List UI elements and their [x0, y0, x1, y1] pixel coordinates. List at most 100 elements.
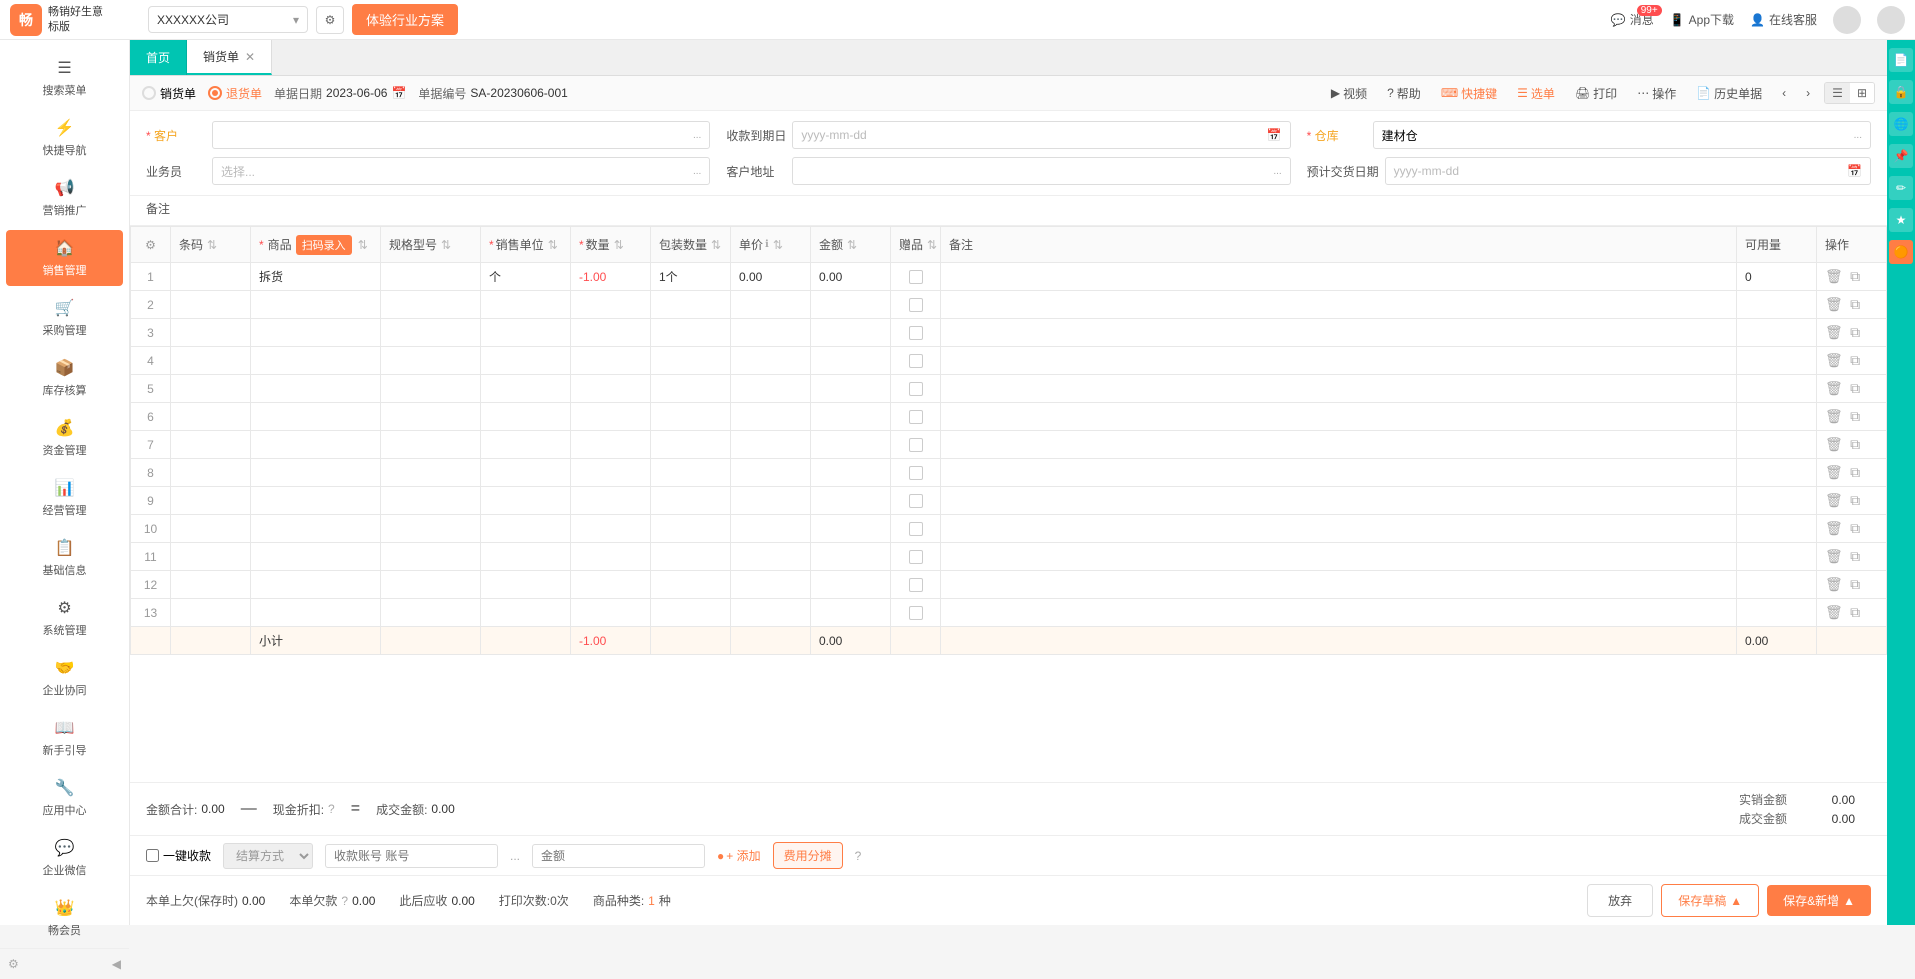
- row-pkgqty[interactable]: [651, 375, 731, 403]
- row-product[interactable]: [251, 571, 381, 599]
- row-amount[interactable]: [811, 599, 891, 627]
- row-spec[interactable]: [381, 347, 481, 375]
- row-qty[interactable]: [571, 347, 651, 375]
- row-amount[interactable]: [811, 431, 891, 459]
- add-payment-btn[interactable]: ● + 添加: [717, 847, 761, 864]
- messages-btn[interactable]: 💬 消息 99+: [1611, 11, 1654, 28]
- app-download-btn[interactable]: 📱 App下载: [1670, 11, 1734, 28]
- video-btn[interactable]: ▶ 视频: [1325, 83, 1373, 104]
- row-price[interactable]: [731, 403, 811, 431]
- copy-icon[interactable]: ⧉: [1850, 464, 1860, 480]
- row-unit[interactable]: [481, 403, 571, 431]
- row-barcode[interactable]: [171, 319, 251, 347]
- payment-help-icon[interactable]: ?: [855, 849, 862, 863]
- header-amount[interactable]: 金额⇅: [811, 227, 891, 263]
- header-spec[interactable]: 规格型号⇅: [381, 227, 481, 263]
- copy-icon[interactable]: ⧉: [1850, 576, 1860, 592]
- row-product[interactable]: [251, 431, 381, 459]
- header-barcode[interactable]: 条码⇅: [171, 227, 251, 263]
- row-price[interactable]: [731, 375, 811, 403]
- sidebar-item-search[interactable]: ☰ 搜索菜单: [6, 50, 123, 106]
- row-amount[interactable]: [811, 487, 891, 515]
- row-price[interactable]: 0.00: [731, 263, 811, 291]
- row-spec[interactable]: [381, 543, 481, 571]
- row-note[interactable]: [941, 543, 1737, 571]
- row-barcode[interactable]: [171, 459, 251, 487]
- row-product[interactable]: [251, 403, 381, 431]
- row-qty[interactable]: -1.00: [571, 263, 651, 291]
- row-amount[interactable]: [811, 319, 891, 347]
- row-product[interactable]: [251, 543, 381, 571]
- row-amount[interactable]: [811, 515, 891, 543]
- row-price[interactable]: [731, 599, 811, 627]
- row-pkgqty[interactable]: [651, 515, 731, 543]
- sidebar-item-guide[interactable]: 📖 新手引导: [6, 710, 123, 766]
- row-spec[interactable]: [381, 403, 481, 431]
- row-price[interactable]: [731, 571, 811, 599]
- copy-icon[interactable]: ⧉: [1850, 436, 1860, 452]
- row-gift[interactable]: [891, 431, 941, 459]
- radio-sales[interactable]: 销货单: [142, 85, 196, 102]
- right-panel-btn-1[interactable]: 📄: [1889, 48, 1913, 72]
- copy-icon[interactable]: ⧉: [1850, 408, 1860, 424]
- row-gift[interactable]: [891, 599, 941, 627]
- sidebar-item-finance[interactable]: 💰 资金管理: [6, 410, 123, 466]
- row-barcode[interactable]: [171, 375, 251, 403]
- row-price[interactable]: [731, 515, 811, 543]
- company-selector[interactable]: XXXXXX公司 ▾: [148, 6, 308, 33]
- header-unit[interactable]: *销售单位⇅: [481, 227, 571, 263]
- row-qty[interactable]: [571, 515, 651, 543]
- row-pkgqty[interactable]: [651, 543, 731, 571]
- gift-checkbox[interactable]: [909, 410, 923, 424]
- right-panel-btn-7[interactable]: 🟠: [1889, 240, 1913, 264]
- row-product[interactable]: [251, 319, 381, 347]
- row-amount[interactable]: [811, 571, 891, 599]
- row-unit[interactable]: [481, 571, 571, 599]
- row-product[interactable]: [251, 515, 381, 543]
- row-note[interactable]: [941, 263, 1737, 291]
- row-note[interactable]: [941, 431, 1737, 459]
- row-spec[interactable]: [381, 291, 481, 319]
- copy-icon[interactable]: ⧉: [1850, 520, 1860, 536]
- row-note[interactable]: [941, 319, 1737, 347]
- shortcut-btn[interactable]: ⌨ 快捷键: [1435, 83, 1503, 104]
- row-pkgqty[interactable]: [651, 431, 731, 459]
- row-barcode[interactable]: [171, 403, 251, 431]
- row-amount[interactable]: [811, 347, 891, 375]
- header-settings[interactable]: ⚙: [131, 227, 171, 263]
- warehouse-input[interactable]: 建材仓 ...: [1373, 121, 1871, 149]
- delete-icon[interactable]: 🗑: [1825, 576, 1843, 592]
- row-barcode[interactable]: [171, 291, 251, 319]
- row-amount[interactable]: [811, 375, 891, 403]
- row-qty[interactable]: [571, 571, 651, 599]
- row-note[interactable]: [941, 291, 1737, 319]
- trial-button[interactable]: 体验行业方案: [352, 4, 458, 35]
- row-qty[interactable]: [571, 291, 651, 319]
- sidebar-collapse-btn[interactable]: ◀: [112, 957, 121, 971]
- copy-icon[interactable]: ⧉: [1850, 268, 1860, 284]
- row-amount[interactable]: 0.00: [811, 263, 891, 291]
- expense-split-btn[interactable]: 费用分摊: [773, 842, 843, 869]
- delete-icon[interactable]: 🗑: [1825, 548, 1843, 564]
- payment-method-select[interactable]: 结算方式: [223, 843, 313, 869]
- row-pkgqty[interactable]: [651, 487, 731, 515]
- avatar2[interactable]: [1877, 6, 1905, 34]
- delete-icon[interactable]: 🗑: [1825, 492, 1843, 508]
- row-gift[interactable]: [891, 263, 941, 291]
- row-pkgqty[interactable]: [651, 599, 731, 627]
- row-gift[interactable]: [891, 571, 941, 599]
- row-qty[interactable]: [571, 599, 651, 627]
- delete-icon[interactable]: 🗑: [1825, 268, 1843, 284]
- row-unit[interactable]: [481, 599, 571, 627]
- next-btn[interactable]: ›: [1800, 84, 1816, 102]
- gift-checkbox[interactable]: [909, 382, 923, 396]
- sidebar-item-marketing[interactable]: 📢 营销推广: [6, 170, 123, 226]
- sidebar-item-apps[interactable]: 🔧 应用中心: [6, 770, 123, 826]
- row-price[interactable]: [731, 347, 811, 375]
- row-barcode[interactable]: [171, 599, 251, 627]
- delete-icon[interactable]: 🗑: [1825, 352, 1843, 368]
- copy-icon[interactable]: ⧉: [1850, 324, 1860, 340]
- delete-icon[interactable]: 🗑: [1825, 464, 1843, 480]
- customer-addr-input[interactable]: ...: [792, 157, 1290, 185]
- sidebar-item-vip[interactable]: 👑 畅会员: [6, 890, 123, 946]
